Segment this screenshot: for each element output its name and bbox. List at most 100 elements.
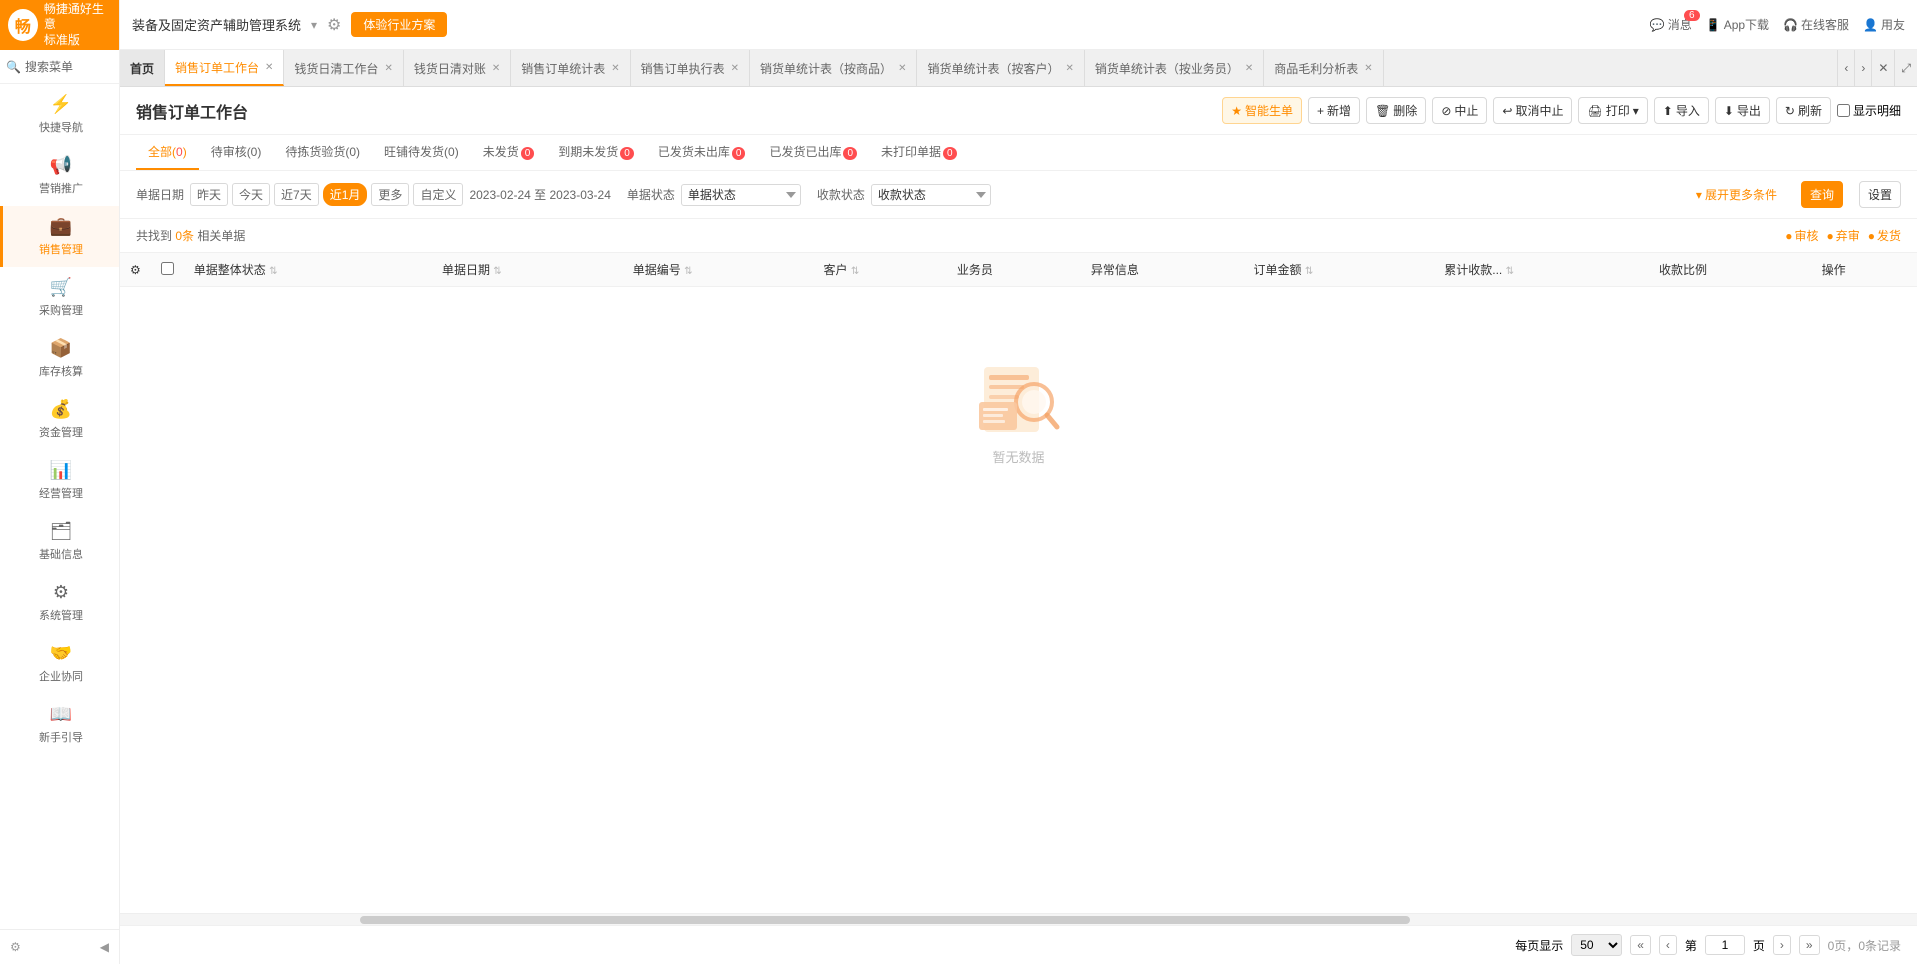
sort-customer-icon[interactable]: ⇅ [851, 266, 859, 277]
scrollbar-thumb[interactable] [360, 916, 1410, 924]
date-btn-today[interactable]: 今天 [232, 183, 270, 206]
print-button[interactable]: 🖨 打印 ▾ [1578, 97, 1647, 124]
filter-settings-button[interactable]: 设置 [1859, 181, 1901, 208]
tab-maximize[interactable]: ⤢ [1894, 50, 1917, 86]
sort-cumulative-icon[interactable]: ⇅ [1506, 266, 1514, 277]
page-number-input[interactable] [1705, 935, 1745, 955]
batch-ship-button[interactable]: ● 发货 [1868, 227, 1901, 244]
tab-prev-arrow[interactable]: ‹ [1837, 50, 1854, 86]
stop-button[interactable]: ⊘ 中止 [1432, 97, 1487, 124]
page-next-button[interactable]: › [1773, 935, 1791, 955]
tab-sales-summary-product[interactable]: 销货单统计表（按商品） ✕ [750, 50, 917, 86]
tab-cash-reconcile[interactable]: 钱货日清对账 ✕ [404, 50, 511, 86]
ship-icon: ● [1868, 229, 1875, 243]
sub-tab-shipped-not-out[interactable]: 已发货未出库0 [646, 135, 758, 170]
sub-tab-pending-review[interactable]: 待审核(0) [199, 135, 274, 170]
date-btn-more[interactable]: 更多 [371, 183, 409, 206]
sidebar-item-system[interactable]: ⚙ 系统管理 [0, 572, 119, 633]
sidebar-collapse-icon[interactable]: ◀ [100, 940, 109, 954]
sidebar-item-marketing[interactable]: 📢 营销推广 [0, 145, 119, 206]
batch-review-button[interactable]: ● 审核 [1785, 227, 1818, 244]
result-number: 0条 [175, 229, 194, 243]
user-action[interactable]: 👤 用友 [1863, 16, 1905, 33]
sidebar-item-sales[interactable]: 💼 销售管理 [0, 206, 119, 267]
sidebar-item-finance[interactable]: 💰 资金管理 [0, 389, 119, 450]
message-action[interactable]: 💬 消息 6 [1650, 16, 1692, 33]
topbar-dropdown-icon[interactable]: ▾ [311, 18, 317, 32]
tab-next-arrow[interactable]: › [1854, 50, 1871, 86]
sort-date-icon[interactable]: ⇅ [493, 266, 501, 277]
sidebar-item-inventory[interactable]: 📦 库存核算 [0, 328, 119, 389]
tab-close-cash-daily[interactable]: ✕ [384, 63, 392, 74]
tab-close-cash-reconcile[interactable]: ✕ [492, 63, 500, 74]
export-button[interactable]: ⬇ 导出 [1715, 97, 1770, 124]
tab-cash-daily[interactable]: 钱货日清工作台 ✕ [284, 50, 403, 86]
tab-sales-summary-customer[interactable]: 销货单统计表（按客户） ✕ [917, 50, 1084, 86]
tab-home[interactable]: 首页 [120, 50, 165, 86]
tab-close-sales-exec[interactable]: ✕ [731, 63, 739, 74]
sub-tab-pending-verify[interactable]: 待拣货验货(0) [273, 135, 372, 170]
col-date: 单据日期 ⇅ [432, 253, 623, 287]
col-gear[interactable]: ⚙ [120, 253, 151, 287]
tab-close-summary-customer[interactable]: ✕ [1065, 63, 1073, 74]
sub-tab-wangpu[interactable]: 旺铺待发货(0) [372, 135, 471, 170]
col-checkbox[interactable] [151, 253, 184, 287]
sub-tab-not-shipped[interactable]: 未发货0 [471, 135, 547, 170]
sidebar-item-quicknav[interactable]: ⚡ 快捷导航 [0, 84, 119, 145]
payment-select[interactable]: 收款状态 [871, 184, 991, 206]
sort-number-icon[interactable]: ⇅ [684, 266, 692, 277]
date-btn-last7[interactable]: 近7天 [274, 183, 319, 206]
sub-tab-not-printed[interactable]: 未打印单据0 [869, 135, 969, 170]
sidebar-item-operations[interactable]: 📊 经营管理 [0, 450, 119, 511]
sub-tab-shipped-out[interactable]: 已发货已出库0 [757, 135, 869, 170]
sub-tab-all[interactable]: 全部(0) [136, 135, 199, 170]
show-detail-checkbox[interactable] [1837, 104, 1850, 117]
show-detail-checkbox-label[interactable]: 显示明细 [1837, 102, 1901, 119]
delete-button[interactable]: 🗑 删除 [1366, 97, 1426, 124]
sidebar-item-enterprise[interactable]: 🤝 企业协同 [0, 633, 119, 694]
page-prev-button[interactable]: ‹ [1659, 935, 1677, 955]
add-button[interactable]: + 新增 [1308, 97, 1360, 124]
tab-sales-summary-staff[interactable]: 销货单统计表（按业务员） ✕ [1085, 50, 1264, 86]
online-service-action[interactable]: 🎧 在线客服 [1783, 16, 1849, 33]
tab-product-margin[interactable]: 商品毛利分析表 ✕ [1264, 50, 1383, 86]
date-btn-custom[interactable]: 自定义 [413, 183, 463, 206]
sidebar-item-purchase[interactable]: 🛒 采购管理 [0, 267, 119, 328]
expand-filter-button[interactable]: ▾ 展开更多条件 [1696, 186, 1777, 203]
import-button[interactable]: ⬆ 导入 [1654, 97, 1709, 124]
tab-sales-stats[interactable]: 销售订单统计表 ✕ [511, 50, 630, 86]
tab-close-product-margin[interactable]: ✕ [1364, 63, 1372, 74]
tab-close-all[interactable]: ✕ [1871, 50, 1894, 86]
ai-generate-button[interactable]: ★ 智能生单 [1222, 97, 1302, 124]
tab-close-summary-product[interactable]: ✕ [898, 63, 906, 74]
tab-close-sales-workbench[interactable]: ✕ [265, 62, 273, 73]
solution-button[interactable]: 体验行业方案 [351, 12, 447, 37]
cancel-stop-button[interactable]: ↩ 取消中止 [1493, 97, 1572, 124]
page-title: 销售订单工作台 [136, 99, 248, 123]
sort-amount-icon[interactable]: ⇅ [1305, 266, 1313, 277]
page-last-button[interactable]: » [1799, 935, 1820, 955]
app-download-action[interactable]: 📱 App下载 [1706, 16, 1769, 33]
tab-close-summary-staff[interactable]: ✕ [1245, 63, 1253, 74]
sidebar-item-guide[interactable]: 📖 新手引导 [0, 694, 119, 755]
date-btn-yesterday[interactable]: 昨天 [190, 183, 228, 206]
tab-close-sales-stats[interactable]: ✕ [611, 63, 619, 74]
batch-unreview-button[interactable]: ● 弃审 [1826, 227, 1859, 244]
tab-sales-exec[interactable]: 销售订单执行表 ✕ [631, 50, 750, 86]
sidebar-item-basic[interactable]: 🗂 基础信息 [0, 511, 119, 572]
horizontal-scrollbar[interactable] [120, 913, 1917, 925]
sidebar-settings-icon[interactable]: ⚙ [10, 940, 21, 954]
expand-icon: ▾ [1696, 188, 1702, 202]
tab-sales-workbench[interactable]: 销售订单工作台 ✕ [165, 50, 284, 86]
sub-tab-overdue[interactable]: 到期未发货0 [546, 135, 646, 170]
refresh-button[interactable]: ↻ 刷新 [1776, 97, 1831, 124]
select-all-checkbox[interactable] [161, 262, 174, 275]
sort-status-icon[interactable]: ⇅ [269, 266, 277, 277]
date-btn-last1month[interactable]: 近1月 [323, 183, 368, 206]
status-select[interactable]: 单据状态 [681, 184, 801, 206]
topbar-settings-icon[interactable]: ⚙ [327, 15, 341, 35]
page-first-button[interactable]: « [1630, 935, 1651, 955]
page-size-select[interactable]: 50 10 20 100 [1571, 934, 1622, 956]
query-button[interactable]: 查询 [1801, 181, 1843, 208]
sidebar-search[interactable]: 🔍 搜索菜单 [0, 50, 119, 84]
